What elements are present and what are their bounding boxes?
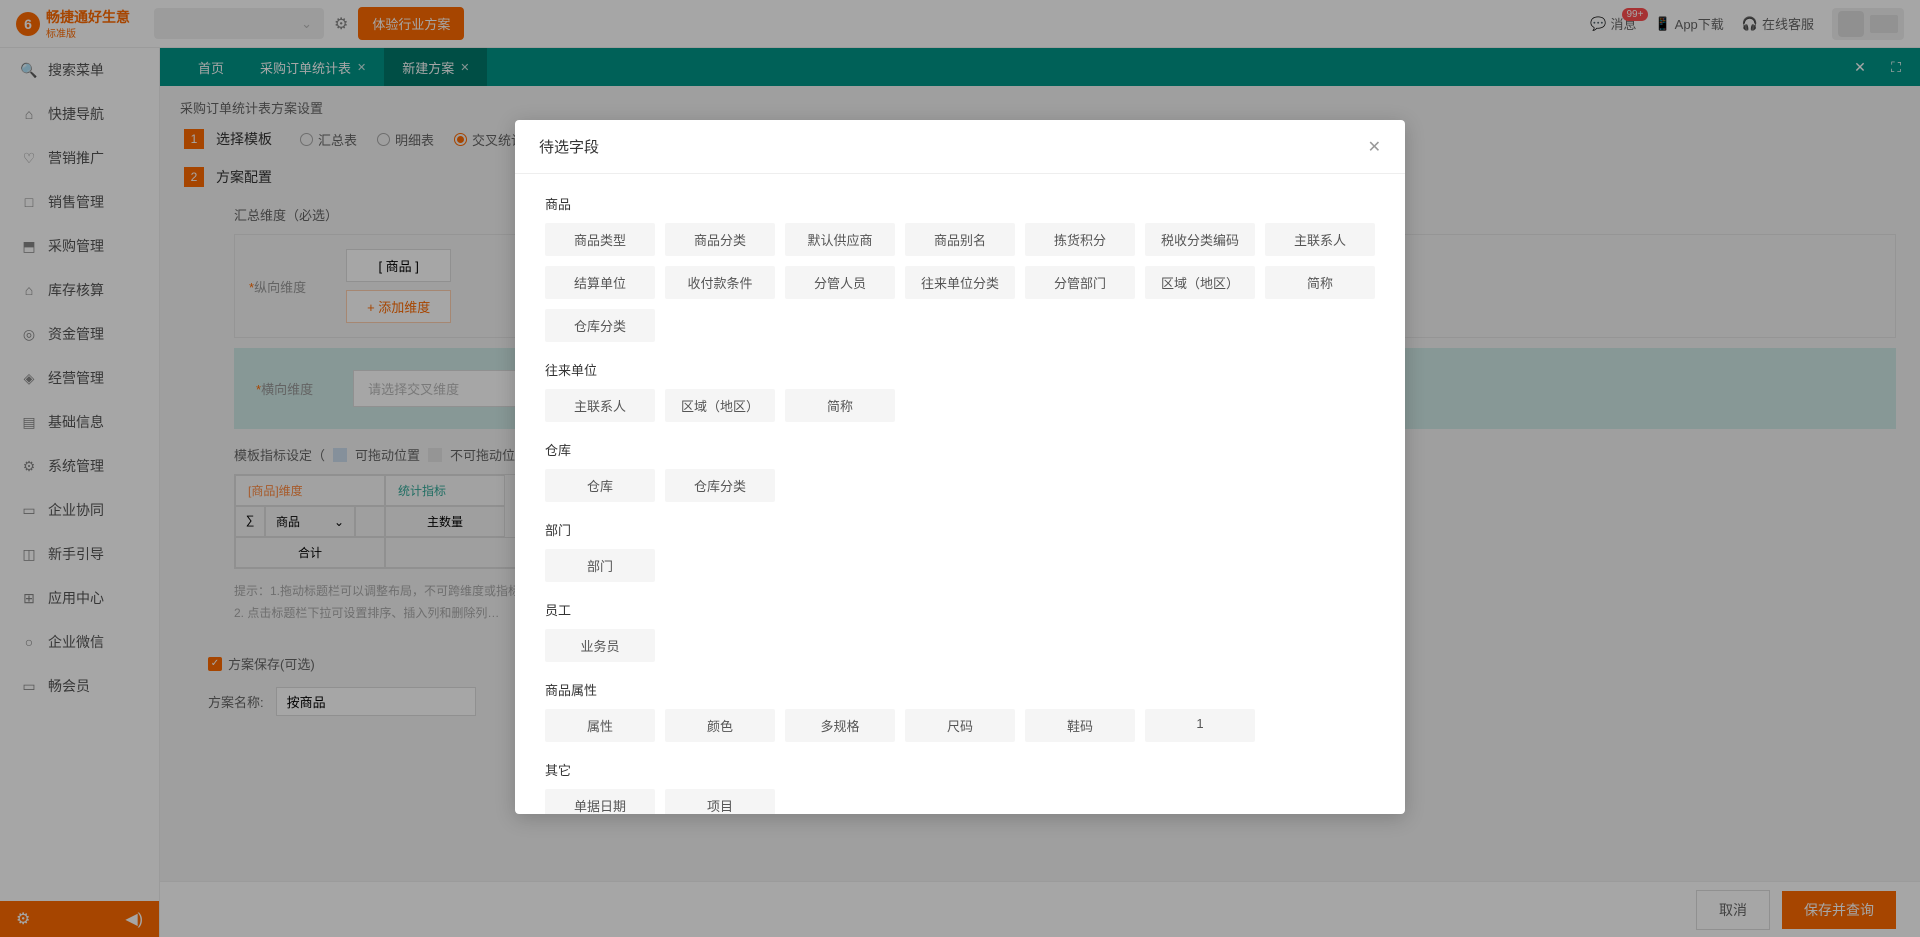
field-group-title: 商品属性: [545, 680, 1375, 699]
field-chip[interactable]: 简称: [785, 389, 895, 422]
field-chip[interactable]: 拣货积分: [1025, 223, 1135, 256]
field-group-title: 部门: [545, 520, 1375, 539]
field-chip[interactable]: 颜色: [665, 709, 775, 742]
field-chip[interactable]: 尺码: [905, 709, 1015, 742]
field-chip[interactable]: 主联系人: [545, 389, 655, 422]
field-chip[interactable]: 商品分类: [665, 223, 775, 256]
field-chip[interactable]: 1: [1145, 709, 1255, 742]
field-chip[interactable]: 默认供应商: [785, 223, 895, 256]
field-group-title: 仓库: [545, 440, 1375, 459]
field-chip[interactable]: 区域（地区）: [1145, 266, 1255, 299]
field-chip[interactable]: 商品别名: [905, 223, 1015, 256]
field-group: 员工业务员: [545, 600, 1375, 662]
field-chip[interactable]: 属性: [545, 709, 655, 742]
field-chip[interactable]: 简称: [1265, 266, 1375, 299]
field-group: 其它单据日期项目: [545, 760, 1375, 814]
field-chip[interactable]: 单据日期: [545, 789, 655, 814]
close-icon[interactable]: ✕: [1368, 137, 1381, 157]
field-group-title: 商品: [545, 194, 1375, 213]
field-group: 往来单位主联系人区域（地区） 简称: [545, 360, 1375, 422]
field-chip[interactable]: 仓库分类: [665, 469, 775, 502]
field-chip[interactable]: 部门: [545, 549, 655, 582]
field-chip[interactable]: 区域（地区）: [665, 389, 775, 422]
field-chip[interactable]: 仓库分类: [545, 309, 655, 342]
field-group-title: 员工: [545, 600, 1375, 619]
field-chip[interactable]: 税收分类编码: [1145, 223, 1255, 256]
modal-title: 待选字段: [539, 136, 599, 157]
field-chip[interactable]: 分管人员: [785, 266, 895, 299]
field-chip[interactable]: 收付款条件: [665, 266, 775, 299]
field-selector-modal: 待选字段 ✕ 商品商品类型商品分类默认供应商商品别名拣货积分税收分类编码主联系人…: [515, 120, 1405, 814]
field-chip[interactable]: 仓库: [545, 469, 655, 502]
field-chip[interactable]: 多规格: [785, 709, 895, 742]
field-chip[interactable]: 结算单位: [545, 266, 655, 299]
field-chip[interactable]: 商品类型: [545, 223, 655, 256]
field-chip[interactable]: 业务员: [545, 629, 655, 662]
field-group-title: 往来单位: [545, 360, 1375, 379]
field-group: 仓库仓库仓库分类: [545, 440, 1375, 502]
field-group: 部门部门: [545, 520, 1375, 582]
field-chip[interactable]: 往来单位分类: [905, 266, 1015, 299]
field-chip[interactable]: 鞋码: [1025, 709, 1135, 742]
field-chip[interactable]: 主联系人: [1265, 223, 1375, 256]
field-chip[interactable]: 项目: [665, 789, 775, 814]
field-group: 商品商品类型商品分类默认供应商商品别名拣货积分税收分类编码主联系人结算单位收付款…: [545, 194, 1375, 342]
field-group-title: 其它: [545, 760, 1375, 779]
field-chip[interactable]: 分管部门: [1025, 266, 1135, 299]
field-group: 商品属性属性颜色多规格尺码鞋码 1: [545, 680, 1375, 742]
